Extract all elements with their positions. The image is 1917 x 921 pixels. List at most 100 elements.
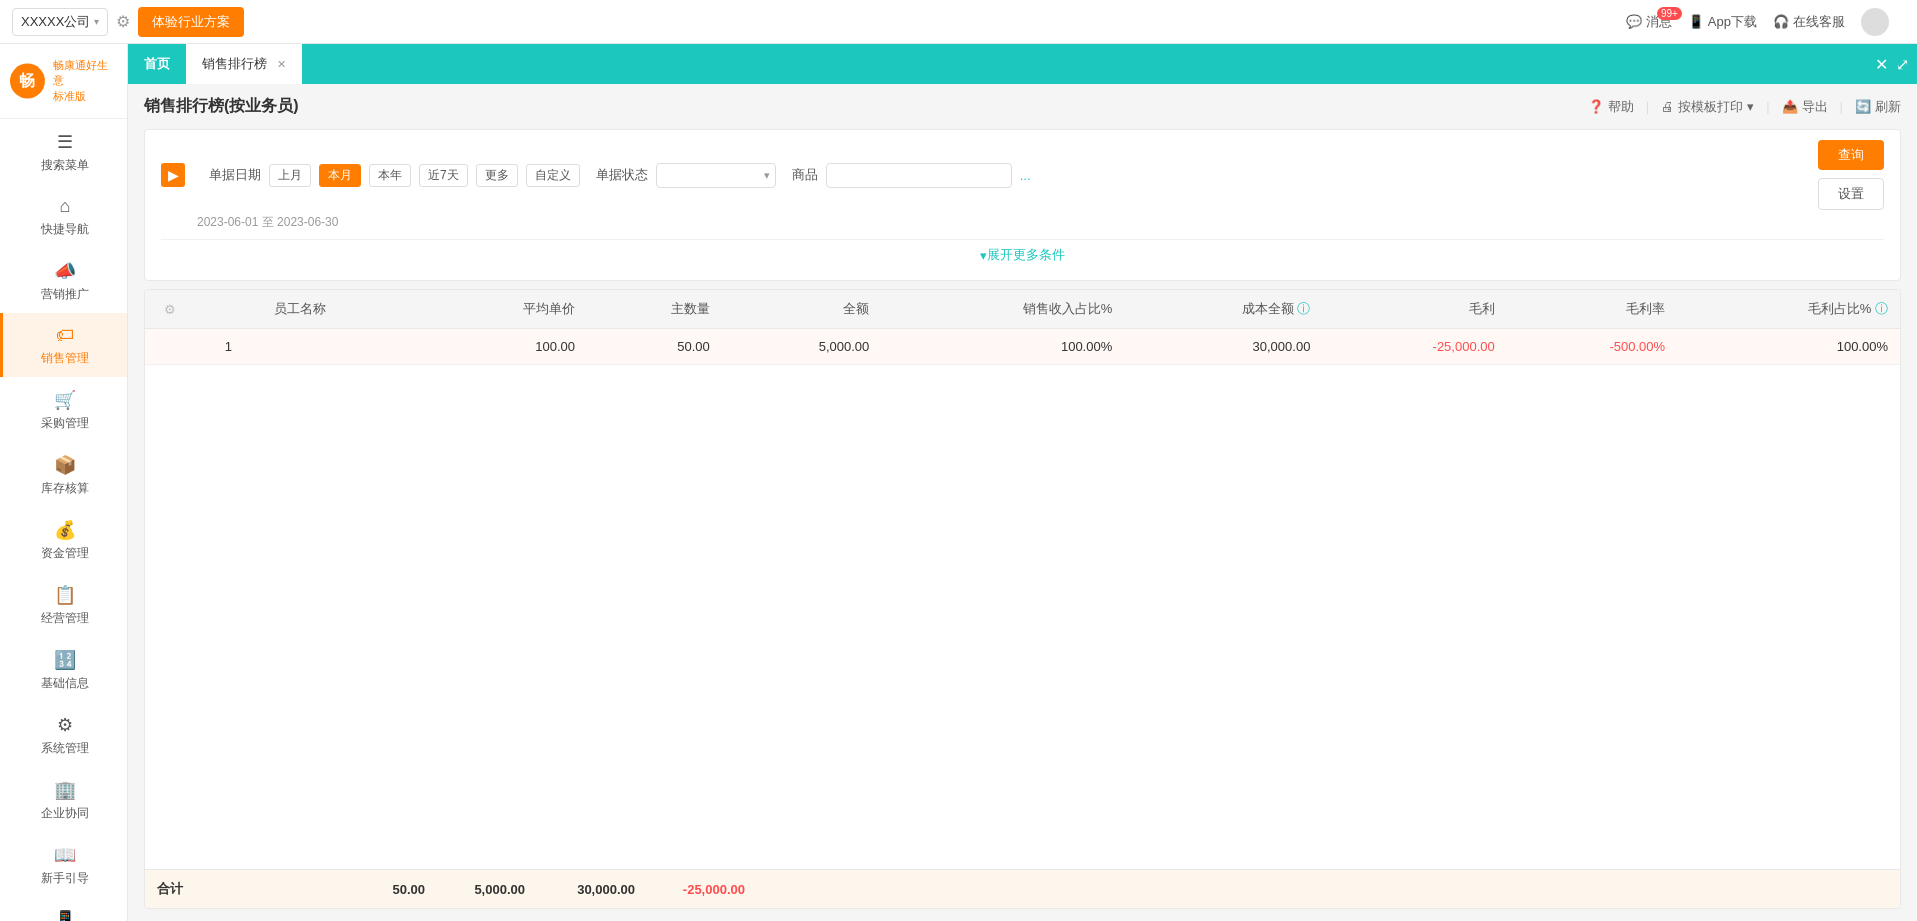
system-icon: ⚙	[57, 714, 73, 736]
online-service-button[interactable]: 🎧 在线客服	[1773, 13, 1845, 31]
tab-expand-icon[interactable]: ⤢	[1896, 55, 1909, 74]
page-actions: ❓ 帮助 | 🖨 按模板打印 ▾ | 📤 导出 |	[1588, 98, 1901, 116]
period-btn-more[interactable]: 更多	[476, 164, 518, 187]
date-label: 单据日期	[209, 166, 261, 184]
col-header-sales-pct: 销售收入占比%	[881, 290, 1124, 329]
cell-quantity: 50.00	[587, 329, 722, 365]
page-header: 销售排行榜(按业务员) ❓ 帮助 | 🖨 按模板打印 ▾ | 📤	[144, 96, 1901, 117]
status-label: 单据状态	[596, 166, 648, 184]
marketing-icon: 📣	[54, 260, 76, 282]
query-button[interactable]: 查询	[1818, 140, 1884, 170]
sidebar-item-shortcut[interactable]: ⌂ 快捷导航	[0, 184, 127, 248]
col-header-gross-profit: 毛利	[1322, 290, 1506, 329]
status-select[interactable]	[656, 163, 776, 188]
logo-icon: 畅	[10, 63, 45, 99]
footer-cost: 30,000.00	[537, 882, 647, 897]
sidebar-item-guide[interactable]: 📖 新手引导	[0, 832, 127, 897]
sidebar-item-basic[interactable]: 🔢 基础信息	[0, 637, 127, 702]
company-name: XXXXX公司	[21, 13, 90, 31]
message-icon: 💬	[1626, 14, 1642, 29]
table-header-row: ⚙ 员工名称 平均单价 主数量 全额 销售收入占比% 成本全额 ⓘ 毛利 毛利率	[145, 290, 1900, 329]
expand-icon: ▾	[980, 248, 987, 263]
settings-icon[interactable]: ⚙	[116, 12, 130, 31]
footer-cells: 50.00 5,000.00 30,000.00 -25,000.00	[357, 882, 1888, 897]
setting-button[interactable]: 设置	[1818, 178, 1884, 210]
tab-close-all-icon[interactable]: ✕	[1875, 55, 1888, 74]
sidebar-label-purchase: 采购管理	[41, 415, 89, 432]
help-icon: ❓	[1588, 99, 1604, 114]
refresh-button[interactable]: 🔄 刷新	[1855, 98, 1901, 116]
col-header-employee: 员工名称	[262, 290, 425, 329]
sidebar-label-guide: 新手引导	[41, 870, 89, 887]
tab-sales-rank[interactable]: 销售排行榜 ✕	[186, 44, 302, 84]
content-area: 首页 销售排行榜 ✕ ✕ ⤢ 销售排行榜(按业务员) ❓ 帮助	[128, 44, 1917, 921]
tab-bar: 首页 销售排行榜 ✕ ✕ ⤢	[128, 44, 1917, 84]
message-badge: 99+	[1657, 7, 1682, 20]
appcenter-icon: 📱	[54, 909, 76, 921]
sidebar-item-operations[interactable]: 📋 经营管理	[0, 572, 127, 637]
sidebar-item-appcenter[interactable]: 📱 应用中心	[0, 897, 127, 921]
finance-icon: 💰	[54, 519, 76, 541]
col-header-settings[interactable]: ⚙	[145, 290, 195, 329]
top-bar-left: XXXXX公司 ▾ ⚙ 体验行业方案	[12, 7, 244, 37]
goods-input[interactable]	[826, 163, 1012, 188]
sidebar-item-inventory[interactable]: 📦 库存核算	[0, 442, 127, 507]
sidebar-item-finance[interactable]: 💰 资金管理	[0, 507, 127, 572]
tab-close-icon[interactable]: ✕	[277, 58, 286, 71]
sidebar-item-purchase[interactable]: 🛒 采购管理	[0, 377, 127, 442]
divider3: |	[1840, 99, 1843, 114]
export-icon: 📤	[1782, 99, 1798, 114]
export-button[interactable]: 📤 导出	[1782, 98, 1828, 116]
cell-gross-pct: 100.00%	[1677, 329, 1900, 365]
company-selector[interactable]: XXXXX公司 ▾	[12, 8, 108, 36]
app-icon: 📱	[1688, 14, 1704, 29]
period-btn-this-year[interactable]: 本年	[369, 164, 411, 187]
page-title: 销售排行榜(按业务员)	[144, 96, 299, 117]
col-header-avg-price: 平均单价	[424, 290, 587, 329]
cell-employee	[262, 329, 425, 365]
gross-pct-info-icon[interactable]: ⓘ	[1875, 301, 1888, 316]
cost-info-icon[interactable]: ⓘ	[1297, 301, 1310, 316]
date-range: 2023-06-01 至 2023-06-30	[197, 215, 338, 229]
col-header-amount: 全额	[722, 290, 882, 329]
home-icon: ⌂	[60, 196, 71, 217]
sidebar-label-basic: 基础信息	[41, 675, 89, 692]
period-btn-custom[interactable]: 自定义	[526, 164, 580, 187]
period-btn-this-month[interactable]: 本月	[319, 164, 361, 187]
status-select-wrap	[656, 163, 776, 188]
inventory-icon: 📦	[54, 454, 76, 476]
message-button[interactable]: 💬 消息 99+	[1626, 13, 1672, 31]
period-btn-prev-month[interactable]: 上月	[269, 164, 311, 187]
page-content: 销售排行榜(按业务员) ❓ 帮助 | 🖨 按模板打印 ▾ | 📤	[128, 84, 1917, 921]
table-container: ⚙ 员工名称 平均单价 主数量 全额 销售收入占比% 成本全额 ⓘ 毛利 毛利率	[145, 290, 1900, 869]
footer-gross-profit: -25,000.00	[647, 882, 757, 897]
template-print-button[interactable]: 🖨 按模板打印 ▾	[1661, 98, 1754, 116]
enterprise-icon: 🏢	[54, 779, 76, 801]
tab-home[interactable]: 首页	[128, 44, 186, 84]
sidebar-item-enterprise[interactable]: 🏢 企业协同	[0, 767, 127, 832]
collapse-arrow[interactable]: ▶	[161, 163, 185, 187]
app-download-button[interactable]: 📱 App下载	[1688, 13, 1757, 31]
sidebar-label-enterprise: 企业协同	[41, 805, 89, 822]
service-label: 在线客服	[1793, 13, 1845, 31]
sidebar-label-search: 搜索菜单	[41, 157, 89, 174]
refresh-icon: 🔄	[1855, 99, 1871, 114]
col-header-gross-pct: 毛利占比% ⓘ	[1677, 290, 1900, 329]
footer-label: 合计	[157, 880, 357, 898]
goods-more-btn[interactable]: ...	[1020, 168, 1031, 183]
filter-row-main: ▶ 单据日期 上月 本月 本年 近7天 更多 自定义 单据状态	[161, 140, 1884, 210]
date-filter: 单据日期 上月 本月 本年 近7天 更多 自定义	[209, 164, 580, 187]
svg-text:畅: 畅	[19, 72, 35, 89]
sidebar: 畅 畅康通好生意 标准版 ☰ 搜索菜单 ⌂ 快捷导航 📣 营销推广 🏷 销售管理…	[0, 44, 128, 921]
sidebar-item-system[interactable]: ⚙ 系统管理	[0, 702, 127, 767]
col-header-gross-rate: 毛利率	[1507, 290, 1677, 329]
expand-conditions-button[interactable]: ▾ 展开更多条件	[161, 239, 1884, 270]
period-btn-7days[interactable]: 近7天	[419, 164, 468, 187]
avatar[interactable]	[1861, 8, 1889, 36]
operations-icon: 📋	[54, 584, 76, 606]
sidebar-item-search-order[interactable]: ☰ 搜索菜单	[0, 119, 127, 184]
help-button[interactable]: ❓ 帮助	[1588, 98, 1634, 116]
sidebar-item-sales[interactable]: 🏷 销售管理	[0, 313, 127, 377]
trial-button[interactable]: 体验行业方案	[138, 7, 244, 37]
sidebar-item-marketing[interactable]: 📣 营销推广	[0, 248, 127, 313]
